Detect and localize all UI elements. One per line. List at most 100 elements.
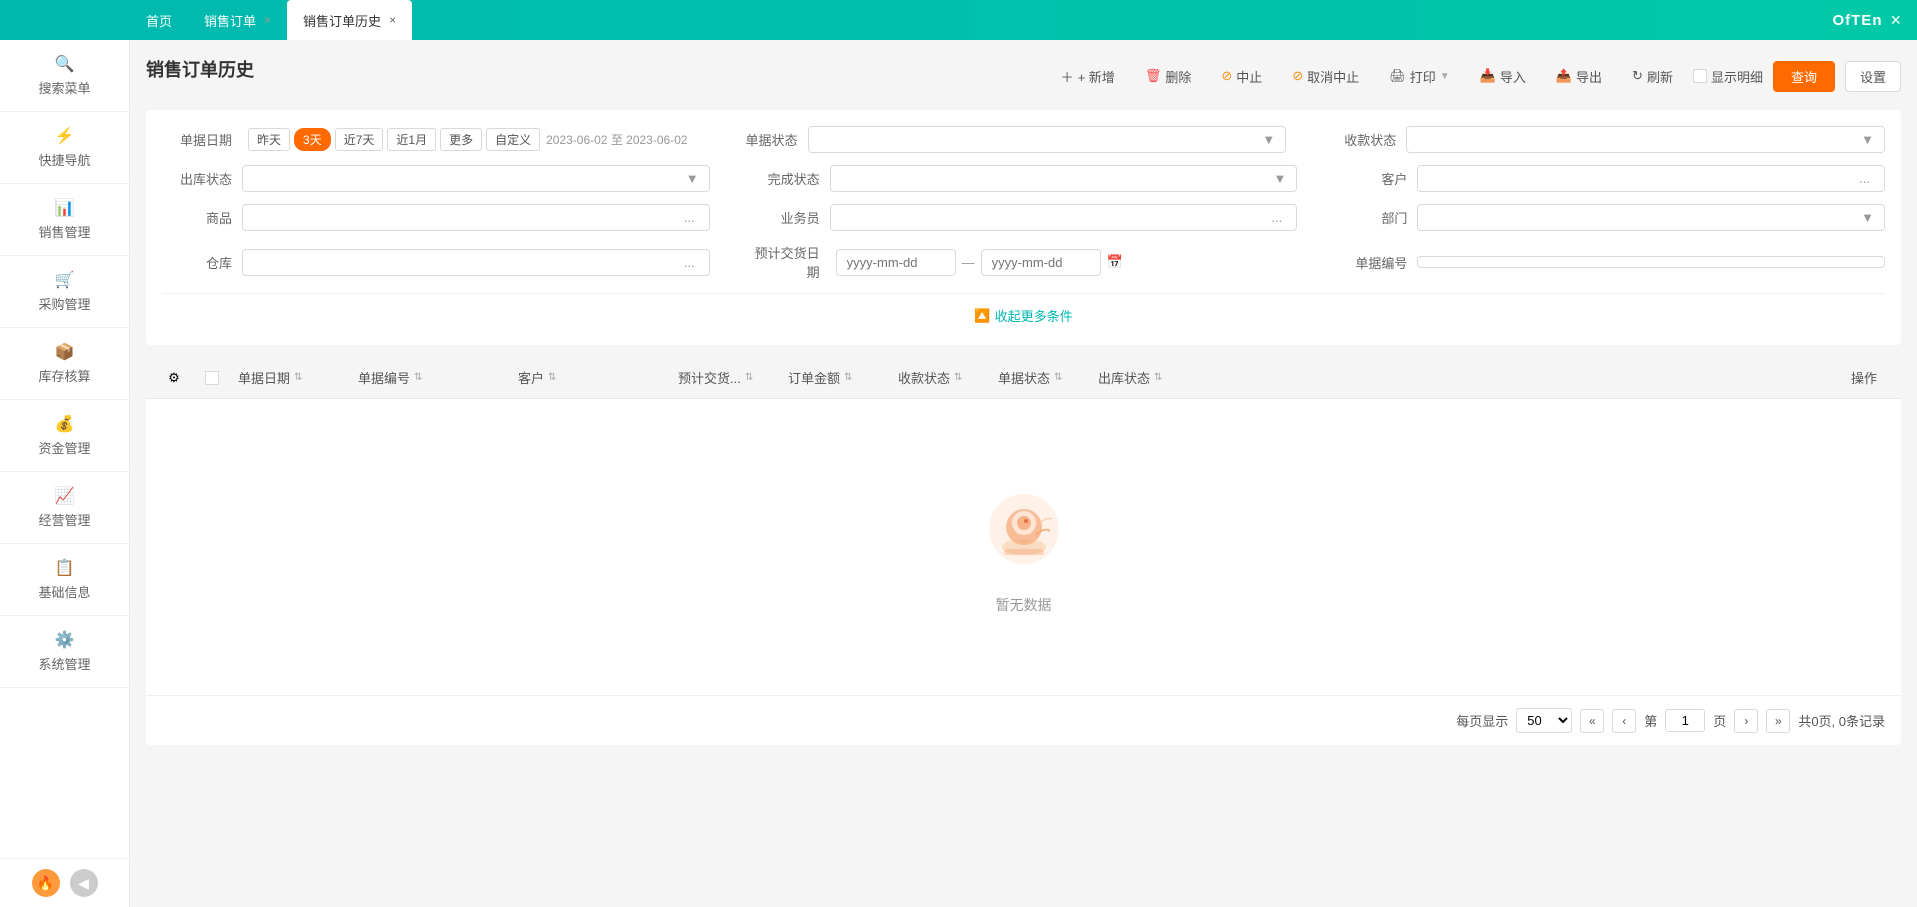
brand-text: OfTEn xyxy=(1832,12,1882,29)
sidebar-item-finance[interactable]: 💰 资金管理 xyxy=(0,400,129,472)
th-date: 单据日期 ⇅ xyxy=(230,368,350,387)
bill-status-select[interactable]: ▼ xyxy=(808,126,1287,153)
settings-btn[interactable]: 设置 xyxy=(1845,61,1901,92)
empty-state: 暂无数据 xyxy=(146,399,1901,695)
prev-page-btn[interactable]: ‹ xyxy=(1612,709,1636,733)
toolbar: ＋ + 新增 🗑 删除 ⊘ 中止 ⊘ 取消中止 🖨 打印 xyxy=(1051,61,1901,92)
th-customer: 客户 ⇅ xyxy=(510,368,670,387)
sort-date[interactable]: ⇅ xyxy=(294,372,302,383)
finance-icon: 💰 xyxy=(55,414,75,434)
cancel-stop-btn[interactable]: ⊘ 取消中止 xyxy=(1282,62,1369,91)
delivery-date-end[interactable] xyxy=(981,249,1101,276)
tab-sales-history-close[interactable]: × xyxy=(389,13,396,27)
tab-home[interactable]: 首页 xyxy=(130,0,188,40)
th-delivery: 预计交货... ⇅ xyxy=(670,368,780,387)
next-page-btn[interactable]: › xyxy=(1734,709,1758,733)
date-btn-more[interactable]: 更多 xyxy=(440,128,482,151)
page-title: 销售订单历史 xyxy=(146,56,254,82)
date-btn-1month[interactable]: 近1月 xyxy=(387,128,436,151)
bill-status-arrow: ▼ xyxy=(1262,132,1275,147)
delete-btn[interactable]: 🗑 删除 xyxy=(1135,62,1202,91)
th-out: 出库状态 ⇅ xyxy=(1090,368,1190,387)
salesperson-input[interactable]: ... xyxy=(830,204,1298,231)
top-bar: 首页 销售订单 × 销售订单历史 × OfTEn × xyxy=(0,0,1917,40)
sidebar-collapse-btn[interactable]: ◀ xyxy=(70,869,98,897)
sort-payment[interactable]: ⇅ xyxy=(954,372,962,383)
bill-number-label: 单据编号 xyxy=(1337,253,1417,272)
calendar-start-icon[interactable]: 📅 xyxy=(1107,254,1123,270)
import-btn[interactable]: 📥 导入 xyxy=(1470,62,1536,91)
complete-status-select[interactable]: ▼ xyxy=(830,165,1298,192)
stop-btn[interactable]: ⊘ 中止 xyxy=(1211,62,1272,91)
department-select[interactable]: ▼ xyxy=(1417,204,1885,231)
last-page-btn[interactable]: » xyxy=(1766,709,1790,733)
query-btn[interactable]: 查询 xyxy=(1773,61,1835,92)
date-btn-custom[interactable]: 自定义 xyxy=(486,128,540,151)
page-size-label: 每页显示 xyxy=(1456,711,1508,730)
empty-text: 暂无数据 xyxy=(996,595,1052,615)
sidebar-item-purchase-mgmt[interactable]: 🛒 采购管理 xyxy=(0,256,129,328)
empty-illustration xyxy=(974,479,1074,579)
page-number-input[interactable] xyxy=(1665,709,1705,732)
filter-row-2: 出库状态 ▼ 完成状态 ▼ 客户 ... xyxy=(162,165,1885,192)
display-columns-checkbox[interactable] xyxy=(1693,69,1707,83)
filter-row-3: 商品 ... 业务员 ... 部门 ▼ xyxy=(162,204,1885,231)
collapse-btn[interactable]: 🔼 收起更多条件 xyxy=(974,302,1072,329)
sidebar-item-system[interactable]: ⚙️ 系统管理 xyxy=(0,616,129,688)
display-columns-toggle[interactable]: 显示明细 xyxy=(1693,67,1763,86)
tab-sales-order[interactable]: 销售订单 × xyxy=(188,0,287,40)
delivery-date-start[interactable] xyxy=(836,249,956,276)
sidebar-item-business[interactable]: 📈 经营管理 xyxy=(0,472,129,544)
print-btn[interactable]: 🖨 打印 ▼ xyxy=(1379,62,1459,91)
bill-number-input[interactable] xyxy=(1417,256,1885,268)
purchase-mgmt-icon: 🛒 xyxy=(55,270,75,290)
sort-customer[interactable]: ⇅ xyxy=(548,372,556,383)
window-close-btn[interactable]: × xyxy=(1890,10,1901,31)
main-layout: 🔍 搜索菜单 ⚡ 快捷导航 📊 销售管理 🛒 采购管理 📦 库存核算 💰 资金管… xyxy=(0,40,1917,907)
warehouse-dots[interactable]: ... xyxy=(680,255,699,270)
sort-out[interactable]: ⇅ xyxy=(1154,372,1162,383)
payment-status-select[interactable]: ▼ xyxy=(1406,126,1885,153)
sidebar-fire-btn[interactable]: 🔥 xyxy=(32,869,60,897)
sort-bill[interactable]: ⇅ xyxy=(1054,372,1062,383)
tab-sales-order-close[interactable]: × xyxy=(264,13,271,27)
search-menu-icon: 🔍 xyxy=(55,54,75,74)
pagination-summary: 共0页, 0条记录 xyxy=(1798,711,1885,730)
export-btn[interactable]: 📤 导出 xyxy=(1546,62,1612,91)
date-btn-3days[interactable]: 3天 xyxy=(294,128,331,151)
out-status-select[interactable]: ▼ xyxy=(242,165,710,192)
sidebar-item-quick-nav[interactable]: ⚡ 快捷导航 xyxy=(0,112,129,184)
import-icon: 📥 xyxy=(1480,68,1496,84)
tab-sales-history[interactable]: 销售订单历史 × xyxy=(287,0,412,40)
business-icon: 📈 xyxy=(55,486,75,506)
customer-dots[interactable]: ... xyxy=(1855,171,1874,186)
sidebar-item-sales-mgmt[interactable]: 📊 销售管理 xyxy=(0,184,129,256)
sort-delivery[interactable]: ⇅ xyxy=(745,372,753,383)
payment-status-label: 收款状态 xyxy=(1326,130,1406,149)
complete-status-arrow: ▼ xyxy=(1273,171,1286,186)
goods-dots[interactable]: ... xyxy=(680,210,699,225)
inventory-icon: 📦 xyxy=(55,342,75,362)
date-btn-7days[interactable]: 近7天 xyxy=(335,128,384,151)
sidebar-item-inventory[interactable]: 📦 库存核算 xyxy=(0,328,129,400)
th-settings[interactable]: ⚙ xyxy=(154,370,194,386)
refresh-btn[interactable]: ↻ 刷新 xyxy=(1622,62,1683,91)
date-btn-yesterday[interactable]: 昨天 xyxy=(248,128,290,151)
cancel-stop-icon: ⊘ xyxy=(1292,68,1303,84)
sort-number[interactable]: ⇅ xyxy=(414,372,422,383)
first-page-btn[interactable]: « xyxy=(1580,709,1604,733)
page-size-select[interactable]: 50 10 20 100 xyxy=(1516,708,1572,733)
salesperson-dots[interactable]: ... xyxy=(1268,210,1287,225)
customer-input[interactable]: ... xyxy=(1417,165,1885,192)
goods-input[interactable]: ... xyxy=(242,204,710,231)
print-icon: 🖨 xyxy=(1389,68,1406,84)
th-checkbox[interactable] xyxy=(194,371,230,385)
table-container: ⚙ 单据日期 ⇅ 单据编号 ⇅ 客户 ⇅ 预计交货... xyxy=(146,357,1901,745)
sidebar-item-basic-info[interactable]: 📋 基础信息 xyxy=(0,544,129,616)
delete-icon: 🗑 xyxy=(1145,68,1162,84)
warehouse-input[interactable]: ... xyxy=(242,249,710,276)
add-btn[interactable]: ＋ + 新增 xyxy=(1051,62,1125,91)
sort-amount[interactable]: ⇅ xyxy=(844,372,852,383)
delivery-date-label: 预计交货日期 xyxy=(750,243,830,281)
sidebar-item-search-menu[interactable]: 🔍 搜索菜单 xyxy=(0,40,129,112)
